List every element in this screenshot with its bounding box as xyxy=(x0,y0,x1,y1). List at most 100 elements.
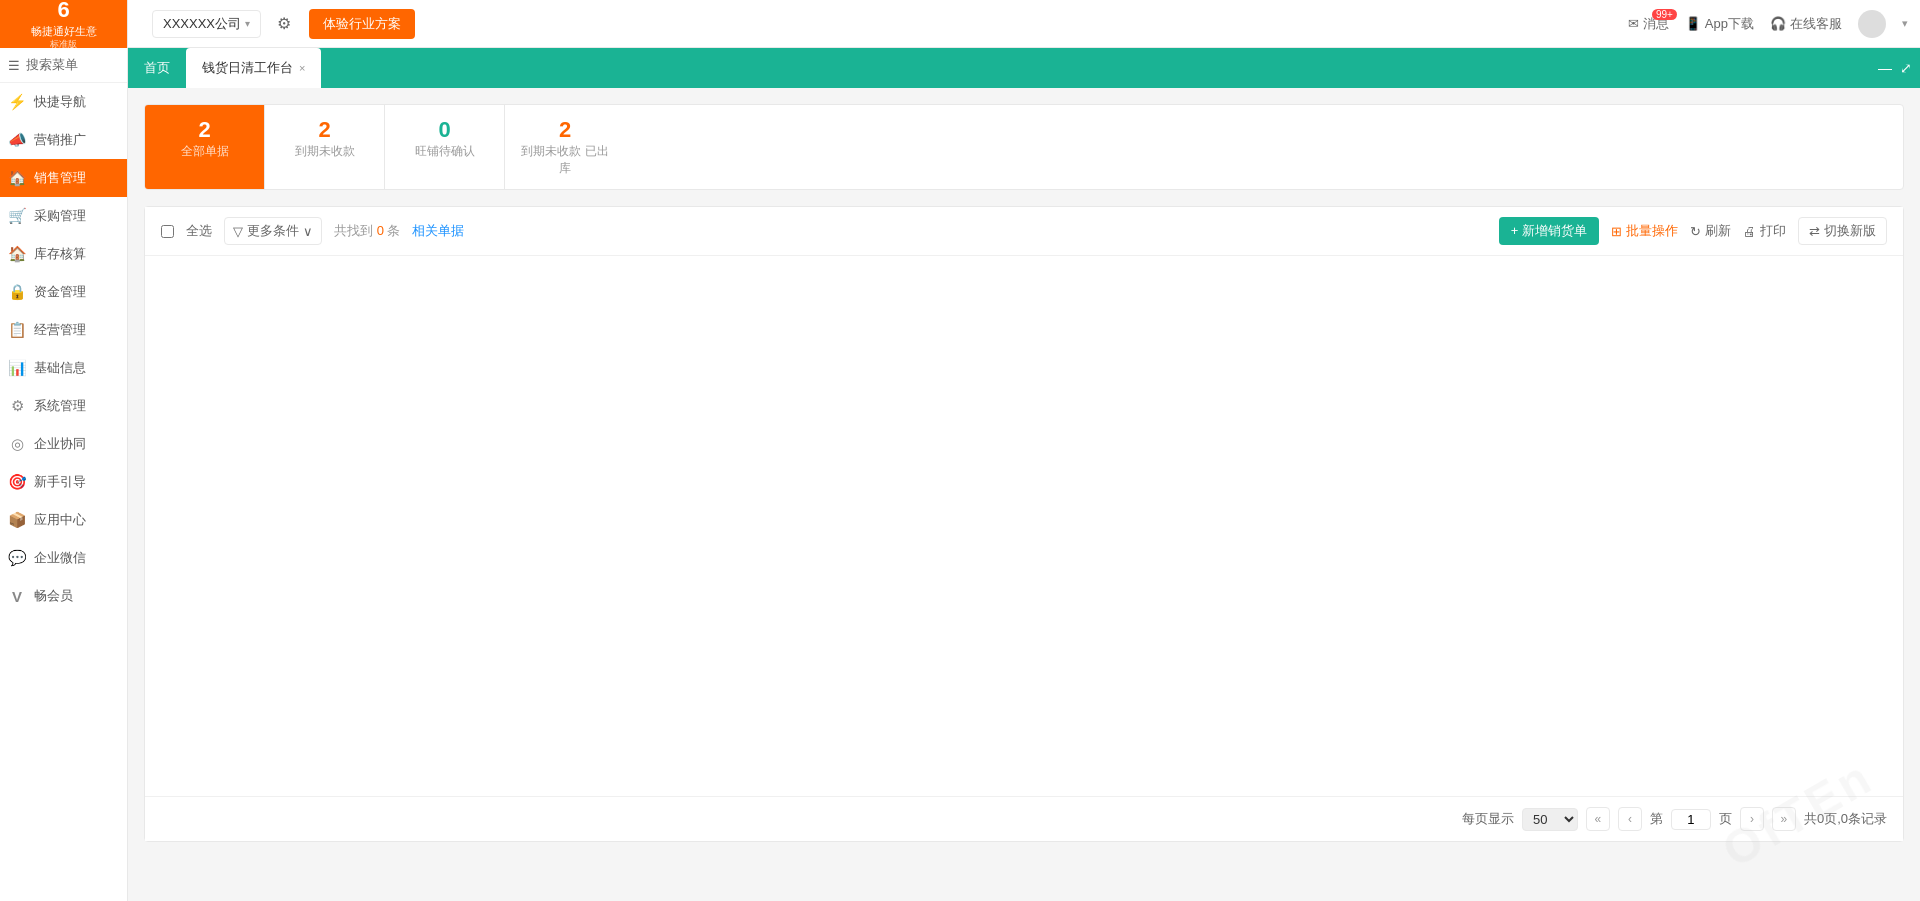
tab-bar-actions: — ⤢ xyxy=(1878,60,1920,76)
company-selector[interactable]: XXXXXX公司 ▾ xyxy=(152,10,261,38)
app-download-button[interactable]: 📱 App下载 xyxy=(1685,15,1754,33)
sidebar-label-member: 畅会员 xyxy=(34,587,73,605)
filter-button[interactable]: ▽ 更多条件 ∨ xyxy=(224,217,322,245)
tab-minimize-btn[interactable]: — xyxy=(1878,60,1892,76)
message-icon: ✉ xyxy=(1628,16,1639,31)
tab-active[interactable]: 钱货日清工作台 × xyxy=(186,48,321,88)
batch-operation-button[interactable]: ⊞ 批量操作 xyxy=(1611,222,1678,240)
sidebar-label-cooperation: 企业协同 xyxy=(34,435,86,453)
select-all-checkbox[interactable] xyxy=(161,225,174,238)
sidebar-item-purchase[interactable]: 🛒 采购管理 xyxy=(0,197,127,235)
sidebar-item-inventory[interactable]: 🏠 库存核算 xyxy=(0,235,127,273)
stats-count-pending: 0 xyxy=(401,117,488,143)
stats-tab-overdue[interactable]: 2 到期未收款 xyxy=(265,105,385,189)
marketing-icon: 📣 xyxy=(8,131,26,149)
sales-icon: 🏠 xyxy=(8,169,26,187)
user-name: ▾ xyxy=(1902,17,1908,30)
stats-label-overdue: 到期未收款 xyxy=(295,144,355,158)
sidebar-search-label: 搜索菜单 xyxy=(26,56,78,74)
sidebar-label-quick-nav: 快捷导航 xyxy=(34,93,86,111)
sidebar-label-marketing: 营销推广 xyxy=(34,131,86,149)
switch-version-button[interactable]: ⇄ 切换新版 xyxy=(1798,217,1887,245)
online-service-icon: 🎧 xyxy=(1770,16,1786,31)
sidebar-item-basic-info[interactable]: 📊 基础信息 xyxy=(0,349,127,387)
sidebar-label-guide: 新手引导 xyxy=(34,473,86,491)
next-page-button[interactable]: › xyxy=(1740,807,1764,831)
toolbar: 全选 ▽ 更多条件 ∨ 共找到 0 条 相关单据 + 新增销货单 ⊞ 批量操作 … xyxy=(145,207,1903,256)
found-unit: 条 xyxy=(387,223,400,238)
content-panel: 全选 ▽ 更多条件 ∨ 共找到 0 条 相关单据 + 新增销货单 ⊞ 批量操作 … xyxy=(144,206,1904,842)
page-prefix: 第 xyxy=(1650,810,1663,828)
sidebar-label-app-center: 应用中心 xyxy=(34,511,86,529)
stats-tab-overdue-out[interactable]: 2 到期未收款 已出库 xyxy=(505,105,625,189)
sidebar-item-quick-nav[interactable]: ⚡ 快捷导航 xyxy=(0,83,127,121)
cooperation-icon: ◎ xyxy=(8,435,26,453)
tab-home-label: 首页 xyxy=(144,59,170,77)
company-dropdown-icon: ▾ xyxy=(245,18,250,29)
app-download-icon: 📱 xyxy=(1685,16,1701,31)
avatar xyxy=(1858,10,1886,38)
stats-tab-all[interactable]: 2 全部单据 xyxy=(145,105,265,189)
first-page-button[interactable]: « xyxy=(1586,807,1610,831)
company-name: XXXXXX公司 xyxy=(163,15,241,33)
member-icon: V xyxy=(8,588,26,605)
filter-icon: ▽ xyxy=(233,224,243,239)
stats-label-overdue-out: 到期未收款 已出库 xyxy=(521,144,608,175)
sidebar-item-operation[interactable]: 📋 经营管理 xyxy=(0,311,127,349)
tab-home[interactable]: 首页 xyxy=(128,48,186,88)
sidebar-search[interactable]: ☰ 搜索菜单 xyxy=(0,48,127,83)
sidebar-item-member[interactable]: V 畅会员 xyxy=(0,577,127,615)
finance-icon: 🔒 xyxy=(8,283,26,301)
sidebar-item-marketing[interactable]: 📣 营销推广 xyxy=(0,121,127,159)
inventory-icon: 🏠 xyxy=(8,245,26,263)
operation-icon: 📋 xyxy=(8,321,26,339)
settings-button[interactable]: ⚙ xyxy=(269,9,299,39)
user-arrow: ▾ xyxy=(1902,17,1908,30)
sidebar-item-weixin[interactable]: 💬 企业微信 xyxy=(0,539,127,577)
refresh-icon: ↻ xyxy=(1690,224,1701,239)
last-page-button[interactable]: » xyxy=(1772,807,1796,831)
stats-count-overdue: 2 xyxy=(281,117,368,143)
online-service-button[interactable]: 🎧 在线客服 xyxy=(1770,15,1842,33)
tab-close-icon[interactable]: × xyxy=(299,62,305,74)
prev-page-button[interactable]: ‹ xyxy=(1618,807,1642,831)
sidebar-item-cooperation[interactable]: ◎ 企业协同 xyxy=(0,425,127,463)
print-icon: 🖨 xyxy=(1743,224,1756,239)
total-label: 共0页,0条记录 xyxy=(1804,810,1887,828)
page-number-input[interactable] xyxy=(1671,809,1711,830)
search-menu-icon: ☰ xyxy=(8,58,20,73)
sidebar-item-guide[interactable]: 🎯 新手引导 xyxy=(0,463,127,501)
sidebar-item-system[interactable]: ⚙ 系统管理 xyxy=(0,387,127,425)
page-suffix: 页 xyxy=(1719,810,1732,828)
sidebar: 6 畅捷通好生意 标准版 ☰ 搜索菜单 ⚡ 快捷导航 📣 营销推广 🏠 销售管理… xyxy=(0,0,128,901)
sidebar-item-sales[interactable]: 🏠 销售管理 xyxy=(0,159,127,197)
print-button[interactable]: 🖨 打印 xyxy=(1743,222,1786,240)
select-all-label: 全选 xyxy=(186,222,212,240)
related-link[interactable]: 相关单据 xyxy=(412,222,464,240)
stats-tab-pending[interactable]: 0 旺铺待确认 xyxy=(385,105,505,189)
sidebar-label-inventory: 库存核算 xyxy=(34,245,86,263)
online-service-label: 在线客服 xyxy=(1790,15,1842,33)
sidebar-item-app-center[interactable]: 📦 应用中心 xyxy=(0,501,127,539)
sidebar-item-finance[interactable]: 🔒 资金管理 xyxy=(0,273,127,311)
purchase-icon: 🛒 xyxy=(8,207,26,225)
messages-button[interactable]: ✉ 消息 99+ xyxy=(1628,15,1669,33)
trial-button[interactable]: 体验行业方案 xyxy=(309,9,415,39)
per-page-select[interactable]: 50 100 200 xyxy=(1522,808,1578,831)
app-name: 畅捷通好生意 xyxy=(31,24,97,38)
switch-icon: ⇄ xyxy=(1809,224,1820,239)
sidebar-label-purchase: 采购管理 xyxy=(34,207,86,225)
sidebar-label-operation: 经营管理 xyxy=(34,321,86,339)
refresh-button[interactable]: ↻ 刷新 xyxy=(1690,222,1731,240)
stats-label-pending: 旺铺待确认 xyxy=(415,144,475,158)
stats-count-overdue-out: 2 xyxy=(521,117,609,143)
tab-maximize-btn[interactable]: ⤢ xyxy=(1900,60,1912,76)
sidebar-label-finance: 资金管理 xyxy=(34,283,86,301)
tab-bar: 首页 钱货日清工作台 × — ⤢ xyxy=(128,48,1920,88)
stats-count-all: 2 xyxy=(161,117,248,143)
batch-icon: ⊞ xyxy=(1611,224,1622,239)
add-sales-order-button[interactable]: + 新增销货单 xyxy=(1499,217,1599,245)
per-page-label: 每页显示 xyxy=(1462,810,1514,828)
found-prefix: 共找到 xyxy=(334,223,373,238)
stats-tabs: 2 全部单据 2 到期未收款 0 旺铺待确认 2 到期未收款 已出库 xyxy=(144,104,1904,190)
